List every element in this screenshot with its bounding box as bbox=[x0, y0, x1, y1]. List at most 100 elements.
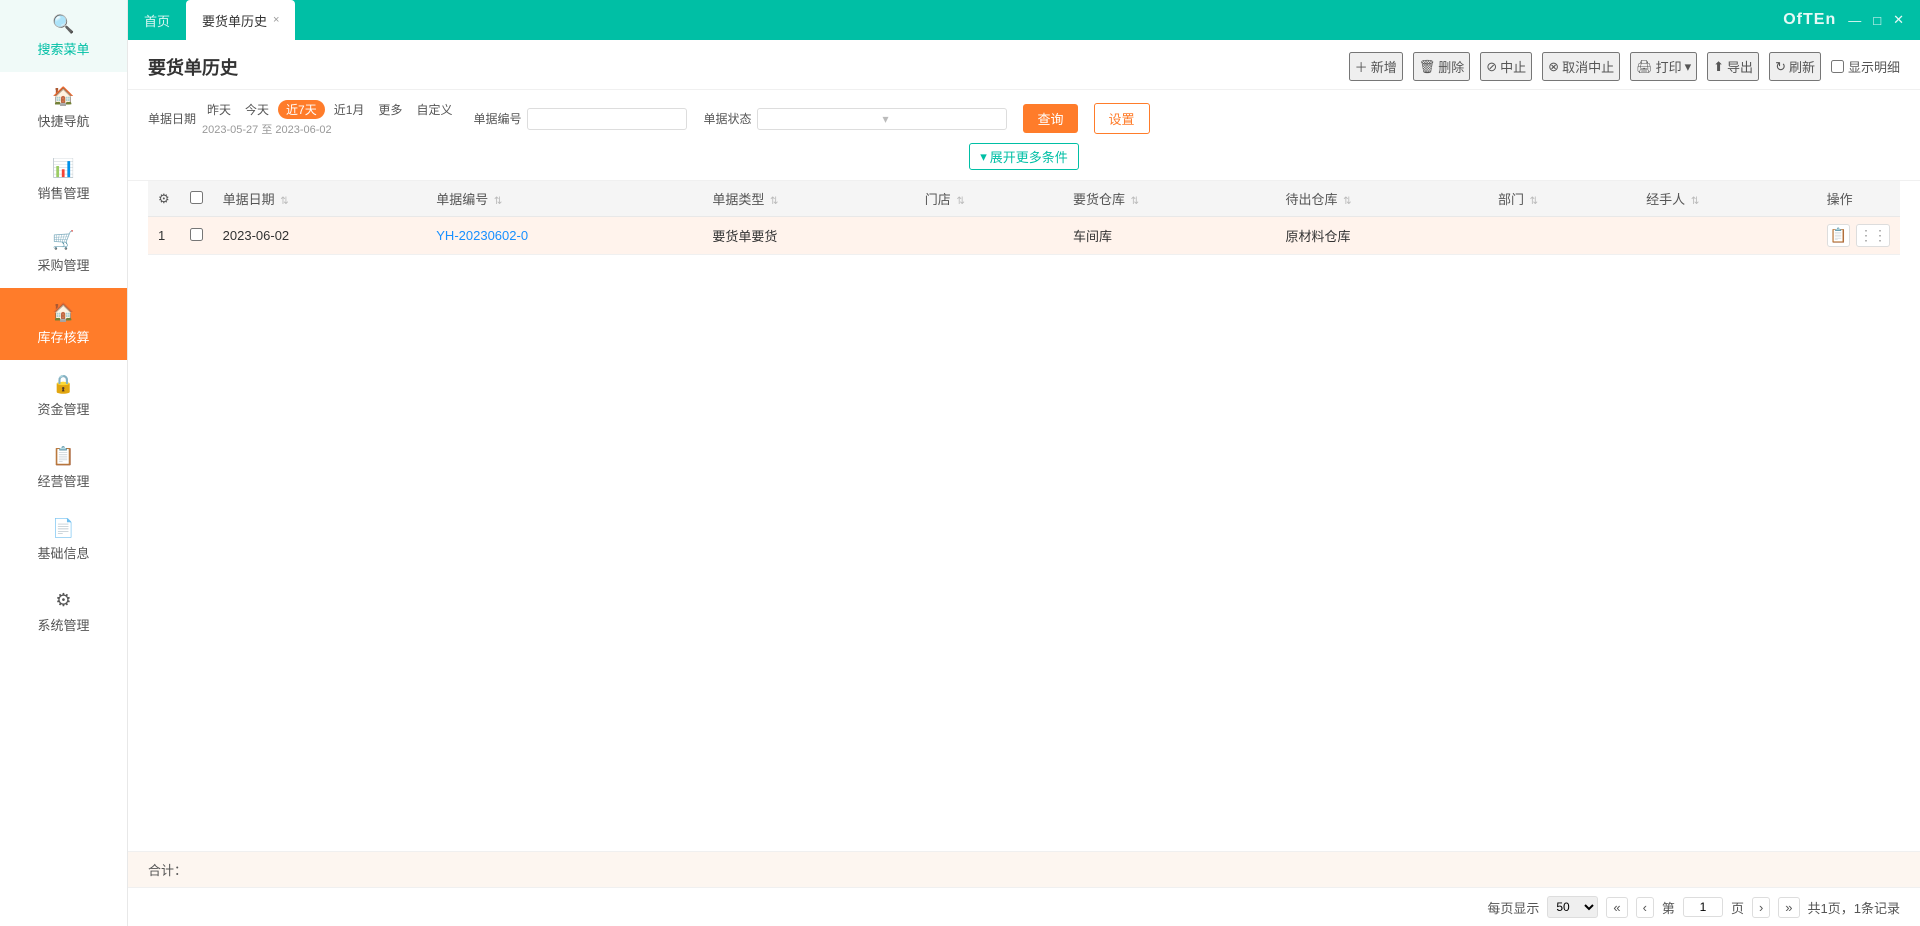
cell-doc-no[interactable]: YH-20230602-0 bbox=[426, 217, 702, 255]
per-page-label: 每页显示 bbox=[1487, 898, 1539, 917]
sidebar-item-label: 搜索菜单 bbox=[37, 39, 89, 58]
sidebar-item-label: 快捷导航 bbox=[37, 111, 89, 130]
sidebar-item-quick-nav[interactable]: 🏠 快捷导航 bbox=[0, 72, 127, 144]
cell-action: 📋 ⋮⋮ bbox=[1817, 217, 1900, 255]
col-pending-warehouse[interactable]: 待出仓库 ⇅ bbox=[1275, 181, 1487, 217]
col-pending-warehouse-label: 待出仓库 bbox=[1285, 192, 1337, 207]
delete-icon: 🗑 bbox=[1419, 59, 1436, 75]
date-filter-label: 单据日期 bbox=[148, 110, 196, 127]
status-select[interactable]: ▾ bbox=[757, 108, 1007, 130]
tab-home[interactable]: 首页 bbox=[128, 0, 186, 40]
col-checkbox bbox=[180, 181, 213, 217]
col-handler[interactable]: 经手人 ⇅ bbox=[1636, 181, 1816, 217]
stop-button[interactable]: ⊘ 中止 bbox=[1480, 52, 1532, 81]
new-button[interactable]: ＋ 新增 bbox=[1349, 52, 1403, 81]
page-input[interactable] bbox=[1683, 897, 1723, 917]
shortcut-more[interactable]: 更多 bbox=[373, 100, 407, 119]
display-cell-toggle[interactable]: 显示明细 bbox=[1831, 57, 1900, 76]
cell-req-warehouse: 车间库 bbox=[1063, 217, 1275, 255]
sidebar-item-label: 采购管理 bbox=[37, 255, 89, 274]
basic-info-icon: 📄 bbox=[52, 518, 74, 539]
cancel-stop-label: 取消中止 bbox=[1562, 57, 1614, 76]
cancel-stop-icon: ⊗ bbox=[1548, 59, 1559, 75]
col-action: 操作 bbox=[1817, 181, 1900, 217]
col-req-warehouse[interactable]: 要货仓库 ⇅ bbox=[1063, 181, 1275, 217]
filter-row-1: 单据日期 昨天 今天 近7天 近1月 更多 自定义 2023-05-27 至 2… bbox=[148, 100, 1900, 137]
settings-button[interactable]: 设置 bbox=[1094, 103, 1150, 134]
sidebar-item-label: 库存核算 bbox=[37, 327, 89, 346]
row-detail-icon[interactable]: ⋮⋮ bbox=[1856, 224, 1890, 247]
cell-store bbox=[915, 217, 1063, 255]
tab-bar-right: OfTEn — □ ✕ bbox=[1783, 11, 1920, 29]
tab-requisition-history[interactable]: 要货单历史 × bbox=[186, 0, 295, 40]
shortcut-1month[interactable]: 近1月 bbox=[329, 100, 370, 119]
export-button[interactable]: ⬆ 导出 bbox=[1707, 52, 1759, 81]
date-shortcut-list: 昨天 今天 近7天 近1月 更多 自定义 bbox=[202, 100, 457, 119]
table-wrap: ⚙ 单据日期 ⇅ 单据编号 ⇅ 单据类型 bbox=[128, 181, 1920, 851]
sidebar-item-sales[interactable]: 📊 销售管理 bbox=[0, 144, 127, 216]
sidebar-item-inventory[interactable]: 🏠 库存核算 bbox=[0, 288, 127, 360]
sidebar-item-basic-info[interactable]: 📄 基础信息 bbox=[0, 504, 127, 576]
refresh-button[interactable]: ↻ 刷新 bbox=[1769, 52, 1821, 81]
prev-page-button[interactable]: ‹ bbox=[1636, 897, 1654, 918]
sales-icon: 📊 bbox=[52, 158, 74, 179]
print-label: 打印 bbox=[1656, 57, 1682, 76]
col-doc-type[interactable]: 单据类型 ⇅ bbox=[702, 181, 914, 217]
expand-icon: ▾ bbox=[980, 149, 987, 165]
handler-sort-icon: ⇅ bbox=[1691, 196, 1699, 207]
shortcut-7days[interactable]: 近7天 bbox=[278, 100, 325, 119]
col-dept-label: 部门 bbox=[1498, 192, 1524, 207]
last-page-button[interactable]: » bbox=[1778, 897, 1799, 918]
delete-button[interactable]: 🗑 删除 bbox=[1413, 52, 1471, 81]
requisition-table: ⚙ 单据日期 ⇅ 单据编号 ⇅ 单据类型 bbox=[148, 181, 1900, 255]
tab-close-icon[interactable]: × bbox=[273, 14, 279, 26]
row-edit-icon[interactable]: 📋 bbox=[1827, 224, 1850, 247]
export-label: 导出 bbox=[1727, 57, 1753, 76]
col-store[interactable]: 门店 ⇅ bbox=[915, 181, 1063, 217]
sidebar-item-search-menu[interactable]: 🔍 搜索菜单 bbox=[0, 0, 127, 72]
col-date[interactable]: 单据日期 ⇅ bbox=[213, 181, 427, 217]
maximize-button[interactable]: □ bbox=[1873, 13, 1881, 28]
col-settings[interactable]: ⚙ bbox=[148, 181, 180, 217]
sidebar-item-purchase[interactable]: 🛒 采购管理 bbox=[0, 216, 127, 288]
date-shortcuts: 昨天 今天 近7天 近1月 更多 自定义 2023-05-27 至 2023-0… bbox=[202, 100, 457, 137]
req-warehouse-sort-icon: ⇅ bbox=[1131, 196, 1139, 207]
cell-date: 2023-06-02 bbox=[213, 217, 427, 255]
dept-sort-icon: ⇅ bbox=[1530, 196, 1538, 207]
shortcut-custom[interactable]: 自定义 bbox=[411, 100, 457, 119]
pagination: 每页显示 50 100 200 « ‹ 第 页 › » 共1页，1条记录 bbox=[128, 887, 1920, 926]
select-all-checkbox[interactable] bbox=[190, 191, 203, 204]
col-dept[interactable]: 部门 ⇅ bbox=[1488, 181, 1636, 217]
cancel-stop-button[interactable]: ⊗ 取消中止 bbox=[1542, 52, 1620, 81]
minimize-button[interactable]: — bbox=[1848, 13, 1861, 28]
purchase-icon: 🛒 bbox=[52, 230, 74, 251]
print-button[interactable]: 🖨 打印 ▾ bbox=[1630, 52, 1697, 81]
shortcut-yesterday[interactable]: 昨天 bbox=[202, 100, 236, 119]
cell-handler bbox=[1636, 217, 1816, 255]
page-content: 要货单历史 ＋ 新增 🗑 删除 ⊘ 中止 ⊗ 取消中止 bbox=[128, 40, 1920, 926]
doc-no-input[interactable] bbox=[527, 108, 687, 130]
col-doc-no[interactable]: 单据编号 ⇅ bbox=[426, 181, 702, 217]
sidebar-item-finance[interactable]: 🔒 资金管理 bbox=[0, 360, 127, 432]
cell-checkbox[interactable] bbox=[180, 217, 213, 255]
finance-icon: 🔒 bbox=[52, 374, 74, 395]
display-cell-label: 显示明细 bbox=[1848, 57, 1900, 76]
next-page-button[interactable]: › bbox=[1752, 897, 1770, 918]
sidebar-item-label: 系统管理 bbox=[37, 615, 89, 634]
expand-filter-button[interactable]: ▾ 展开更多条件 bbox=[969, 143, 1079, 170]
shortcut-today[interactable]: 今天 bbox=[240, 100, 274, 119]
close-button[interactable]: ✕ bbox=[1893, 12, 1904, 28]
col-doc-no-label: 单据编号 bbox=[436, 192, 488, 207]
display-cell-checkbox[interactable] bbox=[1831, 60, 1844, 73]
first-page-button[interactable]: « bbox=[1606, 897, 1627, 918]
filter-row-2: ▾ 展开更多条件 bbox=[148, 143, 1900, 170]
search-menu-icon: 🔍 bbox=[52, 14, 74, 35]
query-button[interactable]: 查询 bbox=[1023, 104, 1077, 133]
col-req-warehouse-label: 要货仓库 bbox=[1073, 192, 1125, 207]
sidebar-item-system[interactable]: ⚙ 系统管理 bbox=[0, 576, 127, 648]
doc-no-link[interactable]: YH-20230602-0 bbox=[436, 228, 528, 243]
per-page-select[interactable]: 50 100 200 bbox=[1547, 896, 1598, 918]
sidebar-item-label: 基础信息 bbox=[37, 543, 89, 562]
sidebar-item-operations[interactable]: 📋 经营管理 bbox=[0, 432, 127, 504]
stop-label: 中止 bbox=[1500, 57, 1526, 76]
